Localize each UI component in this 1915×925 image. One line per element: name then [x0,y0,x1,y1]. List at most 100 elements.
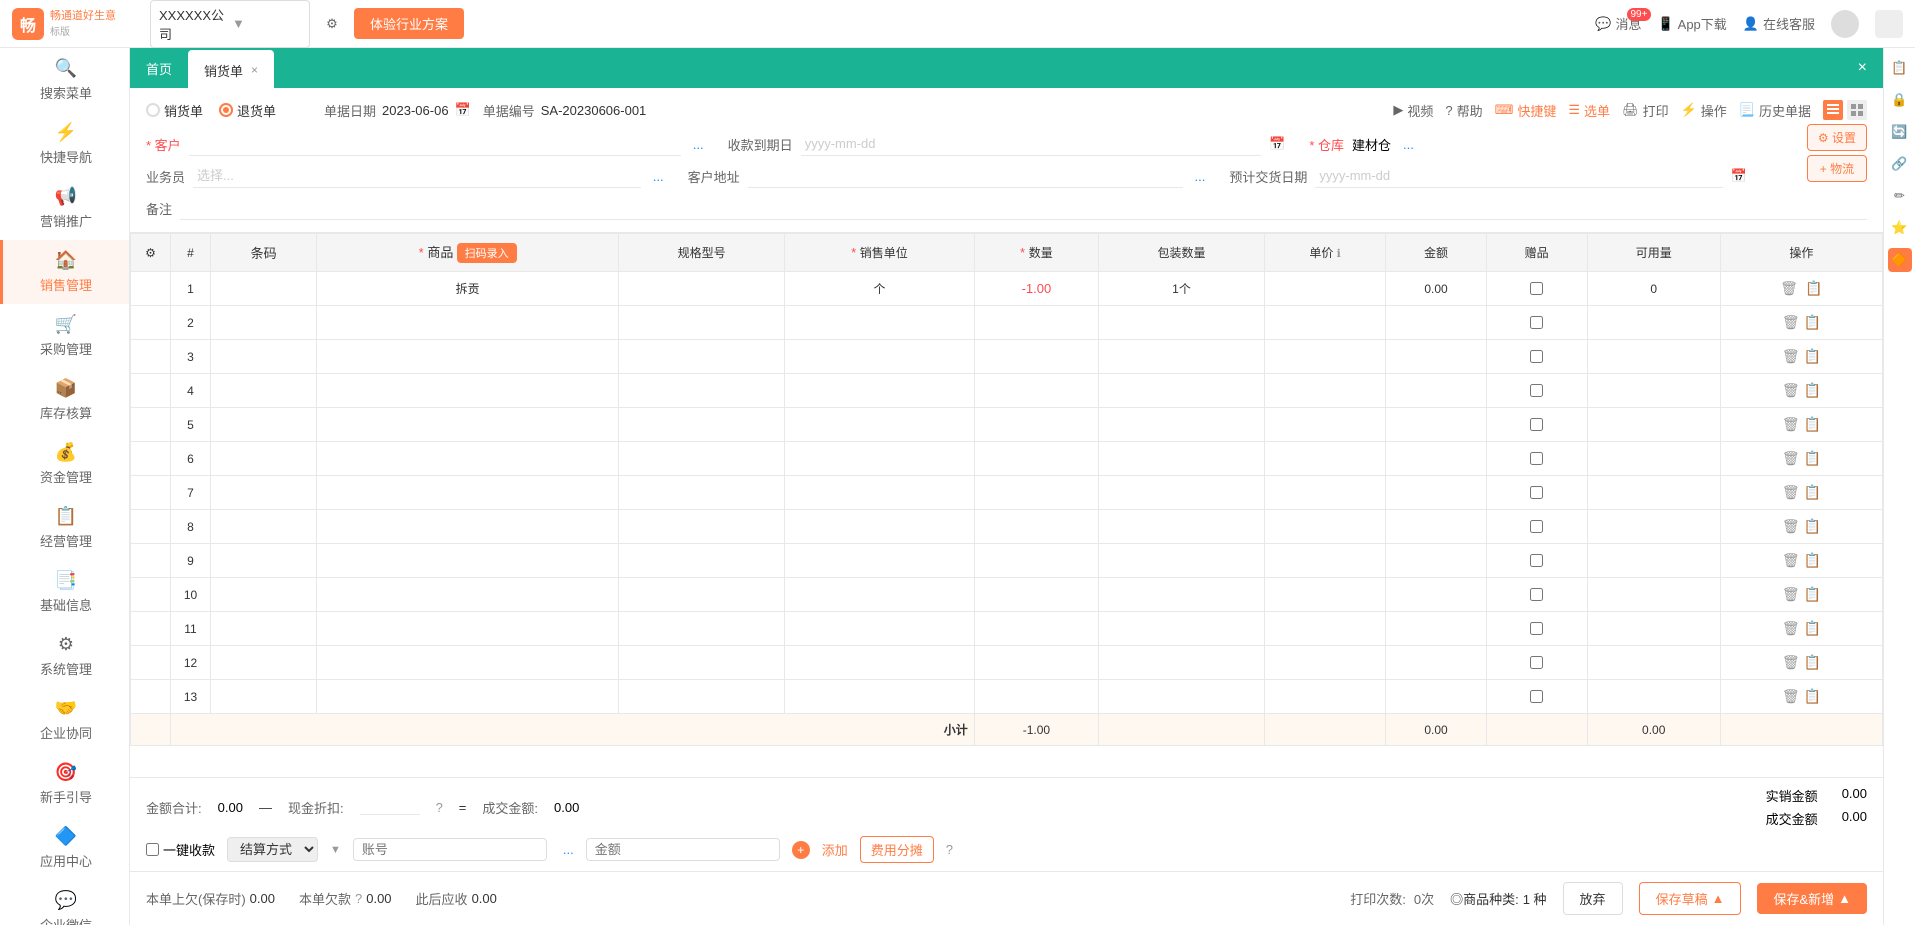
r2-gift[interactable] [1486,306,1587,340]
r12-gift[interactable] [1486,646,1587,680]
r2-spec[interactable] [619,306,785,340]
r11-amount[interactable] [1386,612,1487,646]
r13-unit[interactable] [785,680,975,714]
row1-gift-checkbox[interactable] [1530,282,1543,295]
r13-amount[interactable] [1386,680,1487,714]
r8-amount[interactable] [1386,510,1487,544]
r12-product[interactable] [317,646,619,680]
r9-gift-checkbox[interactable] [1530,554,1543,567]
one-click-payment-toggle[interactable]: 一键收款 [146,840,215,859]
bank-account-dots[interactable]: ... [563,842,574,857]
r5-gift-checkbox[interactable] [1530,418,1543,431]
radio-return-order[interactable]: 退货单 [219,101,276,120]
r5-price[interactable] [1265,408,1386,442]
r12-pkg[interactable] [1099,646,1265,680]
r7-copy-btn[interactable]: 📋 [1802,482,1823,503]
r3-amount[interactable] [1386,340,1487,374]
r10-delete-btn[interactable]: 🗑 [1780,584,1802,605]
r13-gift-checkbox[interactable] [1530,690,1543,703]
right-sidebar-icon-6[interactable]: ⭐ [1888,216,1912,240]
r9-gift[interactable] [1486,544,1587,578]
r11-unit[interactable] [785,612,975,646]
sidebar-item-operation[interactable]: 📋 经营管理 [0,496,129,560]
r9-price[interactable] [1265,544,1386,578]
row1-qty[interactable]: -1.00 [974,272,1098,306]
warehouse-dots[interactable]: ... [1403,137,1414,152]
row1-barcode[interactable] [211,272,317,306]
receipt-date-calendar-icon[interactable]: 📅 [1269,136,1285,152]
r13-spec[interactable] [619,680,785,714]
customer-dots[interactable]: ... [693,137,704,152]
r13-copy-btn[interactable]: 📋 [1802,686,1823,707]
user-avatar[interactable] [1831,10,1859,38]
right-sidebar-icon-7[interactable]: 🔶 [1888,248,1912,272]
r6-barcode[interactable] [211,442,317,476]
r2-pkg[interactable] [1099,306,1265,340]
row1-copy-btn[interactable]: 📋 [1803,278,1824,299]
r4-amount[interactable] [1386,374,1487,408]
customer-addr-input[interactable] [748,164,1183,188]
right-sidebar-icon-4[interactable]: 🔗 [1888,152,1912,176]
settle-method-select[interactable]: 结算方式 [227,837,318,862]
r8-barcode[interactable] [211,510,317,544]
r9-pkg[interactable] [1099,544,1265,578]
r3-qty[interactable] [974,340,1098,374]
r2-amount[interactable] [1386,306,1487,340]
r6-product[interactable] [317,442,619,476]
r8-price[interactable] [1265,510,1386,544]
trial-button[interactable]: 体验行业方案 [354,8,464,39]
sidebar-item-search[interactable]: 🔍 搜索菜单 [0,48,129,112]
video-btn[interactable]: ▶ 视频 [1393,101,1433,120]
r11-gift-checkbox[interactable] [1530,622,1543,635]
help-btn[interactable]: ? 帮助 [1445,101,1482,120]
logistics-button[interactable]: + 物流 [1807,155,1867,182]
r8-delete-btn[interactable]: 🗑 [1780,516,1802,537]
expected-date-calendar-icon[interactable]: 📅 [1731,168,1747,184]
right-sidebar-icon-5[interactable]: ✏ [1888,184,1912,208]
r12-price[interactable] [1265,646,1386,680]
r7-qty[interactable] [974,476,1098,510]
r5-spec[interactable] [619,408,785,442]
r5-unit[interactable] [785,408,975,442]
r7-spec[interactable] [619,476,785,510]
r10-product[interactable] [317,578,619,612]
grid-view-btn[interactable] [1847,100,1867,120]
sidebar-item-guide[interactable]: 🎯 新手引导 [0,752,129,816]
salesperson-dots[interactable]: ... [653,169,664,184]
r13-pkg[interactable] [1099,680,1265,714]
r12-amount[interactable] [1386,646,1487,680]
tab-close-icon[interactable]: × [251,63,258,77]
payment-amount-input[interactable] [586,838,780,861]
r4-spec[interactable] [619,374,785,408]
r4-price[interactable] [1265,374,1386,408]
r12-qty[interactable] [974,646,1098,680]
r3-barcode[interactable] [211,340,317,374]
r2-unit[interactable] [785,306,975,340]
r6-spec[interactable] [619,442,785,476]
r5-pkg[interactable] [1099,408,1265,442]
r4-unit[interactable] [785,374,975,408]
r6-gift-checkbox[interactable] [1530,452,1543,465]
save-new-button[interactable]: 保存&新增 ▲ [1757,883,1867,914]
r9-spec[interactable] [619,544,785,578]
r2-qty[interactable] [974,306,1098,340]
r8-spec[interactable] [619,510,785,544]
message-button[interactable]: 💬 消息 99+ [1595,14,1641,33]
r3-product[interactable] [317,340,619,374]
r3-gift-checkbox[interactable] [1530,350,1543,363]
r7-amount[interactable] [1386,476,1487,510]
select-btn[interactable]: ☰ 选单 [1568,101,1610,120]
calendar-icon[interactable]: 📅 [455,102,471,118]
r4-gift[interactable] [1486,374,1587,408]
settings-icon[interactable]: ⚙ [318,10,346,38]
r8-gift[interactable] [1486,510,1587,544]
tab-bar-close-button[interactable]: × [1842,59,1883,77]
r7-pkg[interactable] [1099,476,1265,510]
r8-qty[interactable] [974,510,1098,544]
r7-gift[interactable] [1486,476,1587,510]
r4-copy-btn[interactable]: 📋 [1802,380,1823,401]
r7-unit[interactable] [785,476,975,510]
r5-delete-btn[interactable]: 🗑 [1780,414,1802,435]
r3-delete-btn[interactable]: 🗑 [1780,346,1802,367]
print-btn[interactable]: 🖨 打印 [1622,101,1669,120]
